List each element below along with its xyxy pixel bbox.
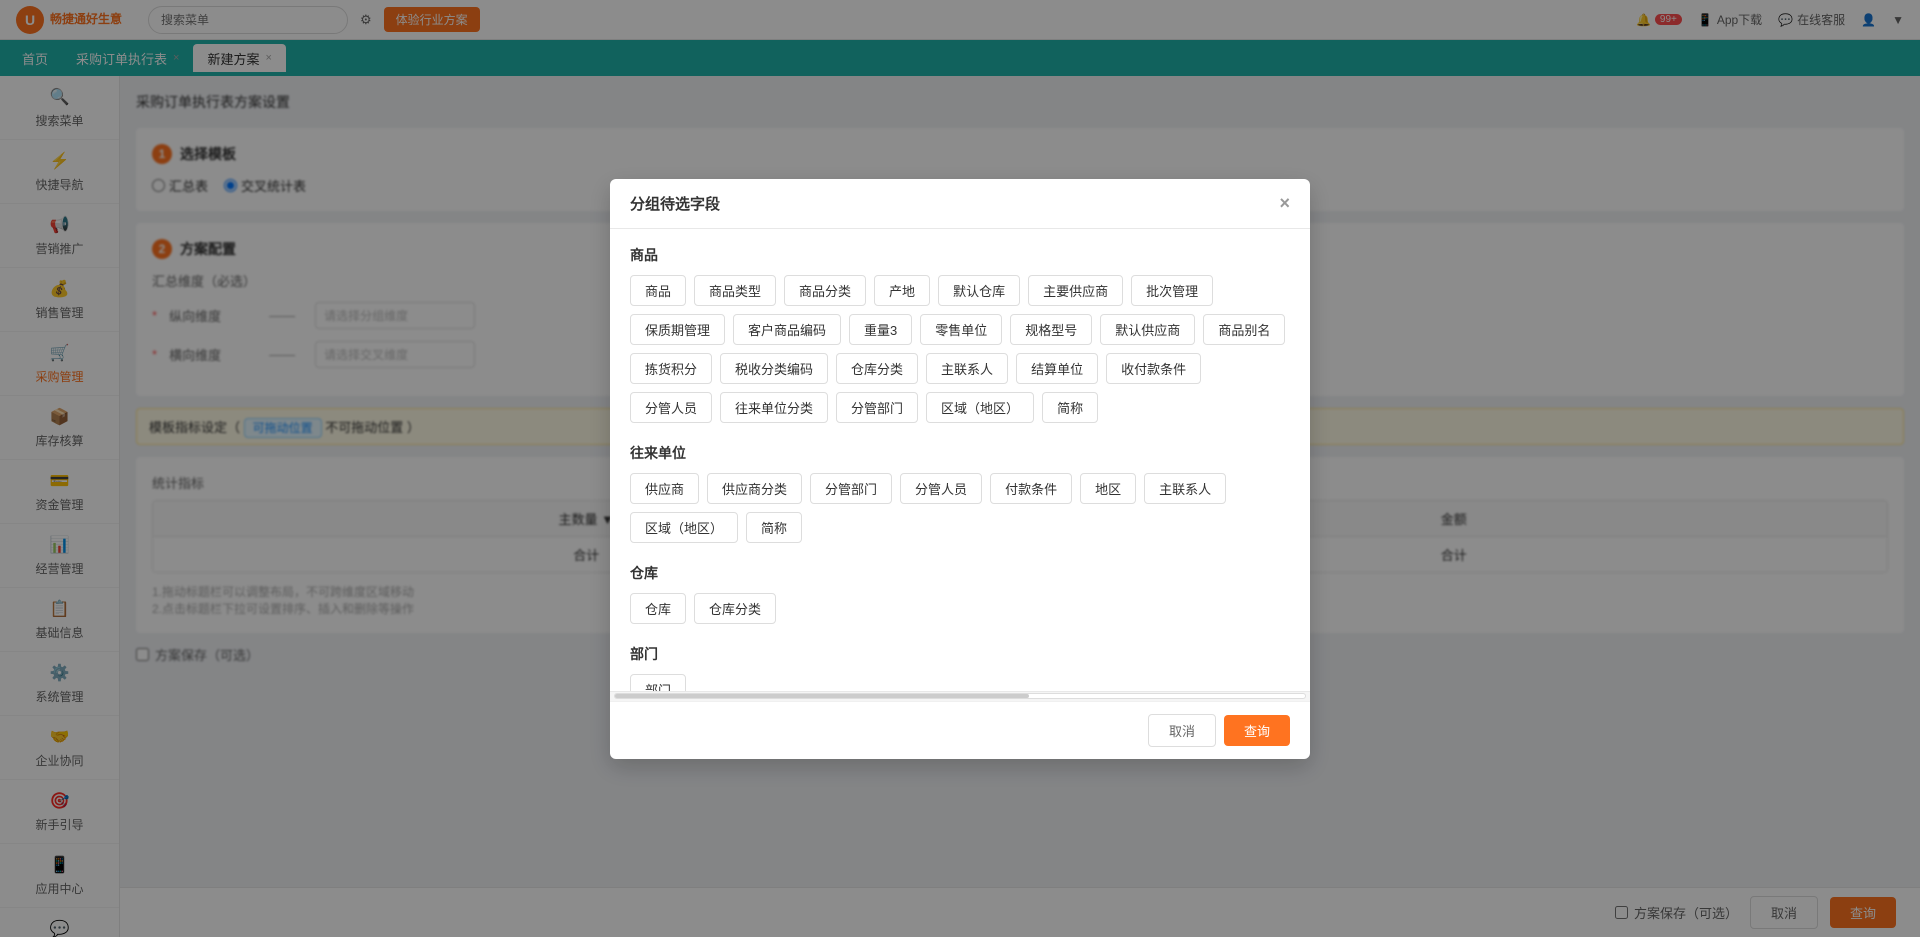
modal-cancel-btn[interactable]: 取消 — [1148, 714, 1216, 747]
field-tag-partner-3[interactable]: 分管人员 — [900, 473, 982, 504]
field-tag-partner-5[interactable]: 地区 — [1080, 473, 1136, 504]
field-tag-product-4[interactable]: 默认仓库 — [938, 275, 1020, 306]
group-title-warehouse: 仓库 — [630, 563, 1290, 583]
field-tag-product-22[interactable]: 分管部门 — [836, 392, 918, 423]
field-tag-product-21[interactable]: 往来单位分类 — [720, 392, 828, 423]
field-tag-product-6[interactable]: 批次管理 — [1131, 275, 1213, 306]
field-group-product: 商品 商品 商品类型 商品分类 产地 默认仓库 主要供应商 批次管理 保质期管理… — [630, 245, 1290, 423]
field-tag-warehouse-0[interactable]: 仓库 — [630, 593, 686, 624]
field-tag-product-9[interactable]: 重量3 — [849, 314, 912, 345]
group-title-partner: 往来单位 — [630, 443, 1290, 463]
field-select-modal: 分组待选字段 × 商品 商品 商品类型 商品分类 产地 默认仓库 主要供应商 批… — [610, 179, 1310, 759]
field-tag-product-1[interactable]: 商品类型 — [694, 275, 776, 306]
group-title-product: 商品 — [630, 245, 1290, 265]
modal-hscroll[interactable] — [610, 691, 1310, 701]
field-tag-product-15[interactable]: 税收分类编码 — [720, 353, 828, 384]
field-tag-product-10[interactable]: 零售单位 — [920, 314, 1002, 345]
field-tag-partner-7[interactable]: 区域（地区） — [630, 512, 738, 543]
modal-body[interactable]: 商品 商品 商品类型 商品分类 产地 默认仓库 主要供应商 批次管理 保质期管理… — [610, 229, 1310, 691]
field-group-dept: 部门 部门 — [630, 644, 1290, 691]
hscroll-thumb[interactable] — [615, 694, 1029, 698]
modal-footer: 取消 查询 — [610, 701, 1310, 759]
modal-header: 分组待选字段 × — [610, 179, 1310, 229]
field-tag-product-23[interactable]: 区域（地区） — [926, 392, 1034, 423]
field-tag-warehouse-1[interactable]: 仓库分类 — [694, 593, 776, 624]
product-fields: 商品 商品类型 商品分类 产地 默认仓库 主要供应商 批次管理 保质期管理 客户… — [630, 275, 1290, 423]
field-group-warehouse: 仓库 仓库 仓库分类 — [630, 563, 1290, 624]
group-title-dept: 部门 — [630, 644, 1290, 664]
field-tag-product-5[interactable]: 主要供应商 — [1028, 275, 1123, 306]
field-tag-partner-6[interactable]: 主联系人 — [1144, 473, 1226, 504]
modal-confirm-btn[interactable]: 查询 — [1224, 715, 1290, 746]
field-group-partner: 往来单位 供应商 供应商分类 分管部门 分管人员 付款条件 地区 主联系人 区域… — [630, 443, 1290, 543]
warehouse-fields: 仓库 仓库分类 — [630, 593, 1290, 624]
field-tag-product-3[interactable]: 产地 — [874, 275, 930, 306]
field-tag-product-7[interactable]: 保质期管理 — [630, 314, 725, 345]
field-tag-product-17[interactable]: 主联系人 — [926, 353, 1008, 384]
field-tag-product-14[interactable]: 拣货积分 — [630, 353, 712, 384]
field-tag-product-20[interactable]: 分管人员 — [630, 392, 712, 423]
modal-close-btn[interactable]: × — [1279, 194, 1290, 212]
field-tag-product-18[interactable]: 结算单位 — [1016, 353, 1098, 384]
field-tag-product-16[interactable]: 仓库分类 — [836, 353, 918, 384]
partner-fields: 供应商 供应商分类 分管部门 分管人员 付款条件 地区 主联系人 区域（地区） … — [630, 473, 1290, 543]
dept-fields: 部门 — [630, 674, 1290, 691]
field-tag-product-24[interactable]: 简称 — [1042, 392, 1098, 423]
field-tag-partner-8[interactable]: 简称 — [746, 512, 802, 543]
hscroll-track[interactable] — [614, 693, 1306, 699]
field-tag-product-12[interactable]: 默认供应商 — [1100, 314, 1195, 345]
modal-title: 分组待选字段 — [630, 193, 720, 214]
modal-overlay: 分组待选字段 × 商品 商品 商品类型 商品分类 产地 默认仓库 主要供应商 批… — [0, 0, 1920, 937]
field-tag-product-13[interactable]: 商品别名 — [1203, 314, 1285, 345]
field-tag-product-8[interactable]: 客户商品编码 — [733, 314, 841, 345]
field-tag-product-2[interactable]: 商品分类 — [784, 275, 866, 306]
field-tag-product-0[interactable]: 商品 — [630, 275, 686, 306]
field-tag-product-11[interactable]: 规格型号 — [1010, 314, 1092, 345]
field-tag-partner-4[interactable]: 付款条件 — [990, 473, 1072, 504]
field-tag-partner-2[interactable]: 分管部门 — [810, 473, 892, 504]
field-tag-partner-1[interactable]: 供应商分类 — [707, 473, 802, 504]
field-tag-product-19[interactable]: 收付款条件 — [1106, 353, 1201, 384]
field-tag-dept-0[interactable]: 部门 — [630, 674, 686, 691]
field-tag-partner-0[interactable]: 供应商 — [630, 473, 699, 504]
